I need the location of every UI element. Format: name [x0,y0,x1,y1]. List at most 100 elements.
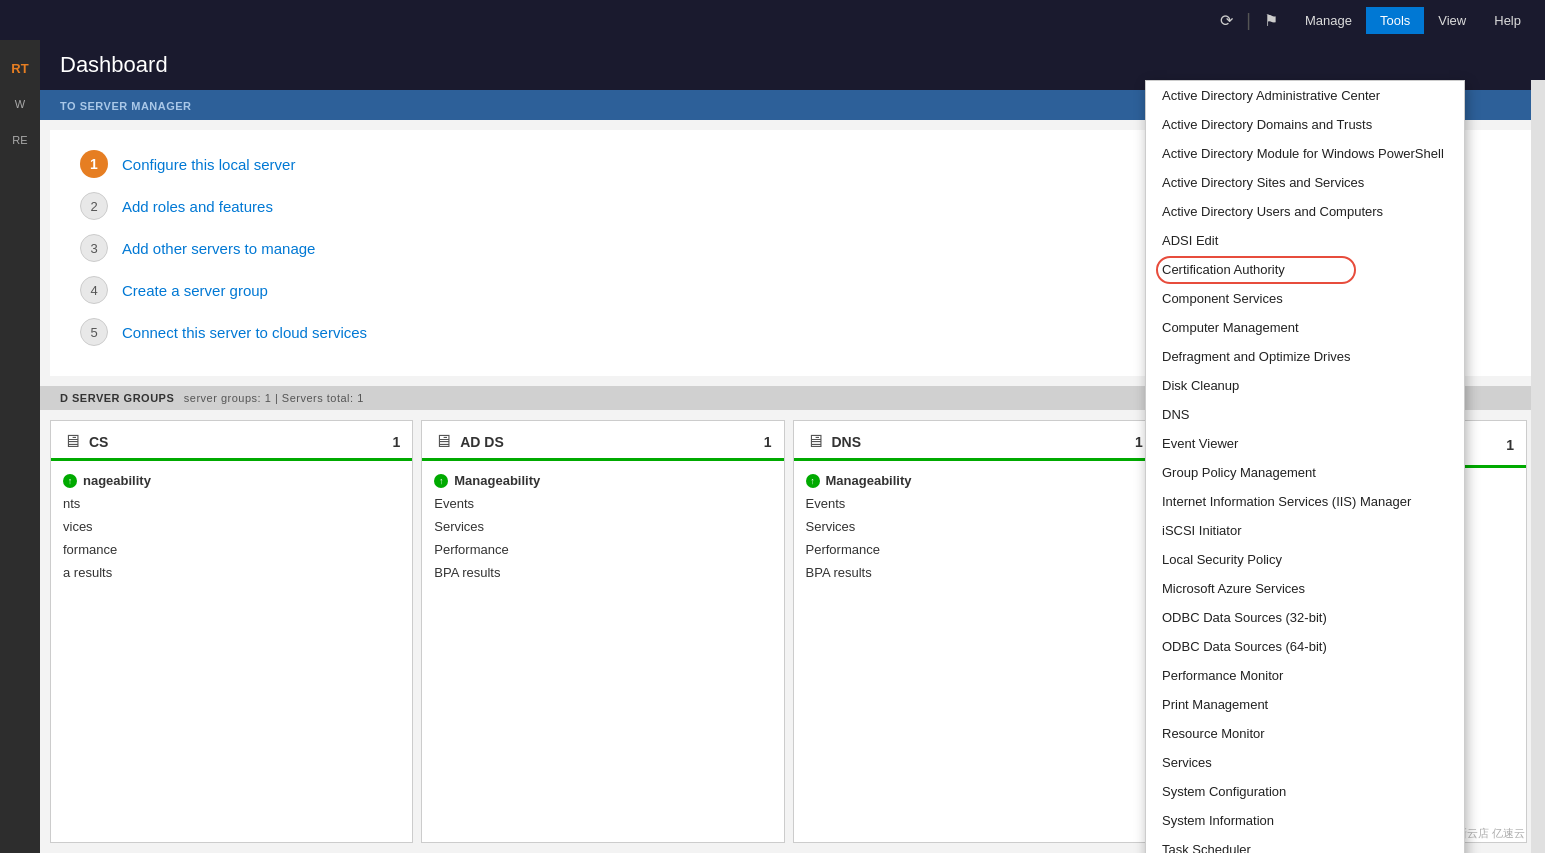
menu-item-10[interactable]: Disk Cleanup [1146,371,1464,400]
adds-events: Events [434,492,771,515]
dns-status-icon [806,474,820,488]
menu-item-11[interactable]: DNS [1146,400,1464,429]
menu-item-13[interactable]: Group Policy Management [1146,458,1464,487]
server-groups-subtitle: server groups: 1 | Servers total: 1 [184,392,364,404]
adds-services: Services [434,515,771,538]
dns-name: DNS [832,434,862,450]
menu-item-15[interactable]: iSCSI Initiator [1146,516,1464,545]
menu-item-6[interactable]: Certification Authority [1146,255,1464,284]
adds-card-header: 🖥 AD DS 1 [422,421,783,461]
menu-item-2[interactable]: Active Directory Module for Windows Powe… [1146,139,1464,168]
menu-item-16[interactable]: Local Security Policy [1146,545,1464,574]
cs-manageability: nageability [63,469,400,492]
adds-performance: Performance [434,538,771,561]
server-groups-title: D SERVER GROUPS [60,392,174,404]
menu-item-21[interactable]: Print Management [1146,690,1464,719]
adds-body: Manageability Events Services Performanc… [422,461,783,842]
sidebar-item-2[interactable]: W [0,86,40,122]
adds-events-label: Events [434,496,474,511]
menu-item-3[interactable]: Active Directory Sites and Services [1146,168,1464,197]
dns-services-label: Services [806,519,856,534]
menu-item-23[interactable]: Services [1146,748,1464,777]
view-menu[interactable]: View [1424,7,1480,34]
certification-authority-wrapper: Certification Authority [1146,255,1464,284]
menu-item-9[interactable]: Defragment and Optimize Drives [1146,342,1464,371]
step4-link[interactable]: Create a server group [122,282,268,299]
dns-services: Services [806,515,1143,538]
dns-title: 🖥 DNS [806,431,862,452]
right-scrollbar[interactable] [1531,80,1545,853]
menu-item-26[interactable]: Task Scheduler [1146,835,1464,853]
step3-circle: 3 [80,234,108,262]
menu-item-22[interactable]: Resource Monitor [1146,719,1464,748]
dns-events: Events [806,492,1143,515]
cs-bpa-label: a results [63,565,112,580]
page-title: Dashboard [60,52,168,78]
menu-item-17[interactable]: Microsoft Azure Services [1146,574,1464,603]
dropdown-menu: Active Directory Administrative CenterAc… [1145,80,1465,853]
menu-item-5[interactable]: ADSI Edit [1146,226,1464,255]
step5-link[interactable]: Connect this server to cloud services [122,324,367,341]
server-card-dns: 🖥 DNS 1 Manageability Events Services [793,420,1156,843]
cs-count: 1 [392,434,400,450]
step1-circle: 1 [80,150,108,178]
menu-item-8[interactable]: Computer Management [1146,313,1464,342]
cs-services-label: vices [63,519,93,534]
server-card-adds: 🖥 AD DS 1 Manageability Events Services [421,420,784,843]
menu-item-25[interactable]: System Information [1146,806,1464,835]
manage-menu[interactable]: Manage [1291,7,1366,34]
main-container: RT W RE Dashboard TO SERVER MANAGER 1 Co… [0,40,1545,853]
cs-performance: formance [63,538,400,561]
help-menu[interactable]: Help [1480,7,1535,34]
dns-manageability: Manageability [806,469,1143,492]
dns-bpa-label: BPA results [806,565,872,580]
flag-icon[interactable]: ⚑ [1256,7,1286,34]
adds-performance-label: Performance [434,542,508,557]
cs-manageability-label: nageability [83,473,151,488]
dns-body: Manageability Events Services Performanc… [794,461,1155,842]
menu-item-1[interactable]: Active Directory Domains and Trusts [1146,110,1464,139]
step3-link[interactable]: Add other servers to manage [122,240,315,257]
step2-link[interactable]: Add roles and features [122,198,273,215]
menu-item-18[interactable]: ODBC Data Sources (32-bit) [1146,603,1464,632]
cs-status-icon [63,474,77,488]
adds-title: 🖥 AD DS [434,431,504,452]
sub-header-text: TO SERVER MANAGER [60,100,192,112]
step1-link[interactable]: Configure this local server [122,156,295,173]
menu-item-14[interactable]: Internet Information Services (IIS) Mana… [1146,487,1464,516]
cs-title: 🖥 CS [63,431,108,452]
sidebar-item-3[interactable]: RE [0,122,40,158]
fas-count: 1 [1506,437,1514,453]
dns-manageability-label: Manageability [826,473,912,488]
refresh-icon[interactable]: ⟳ [1212,7,1241,34]
dns-performance-label: Performance [806,542,880,557]
dns-events-label: Events [806,496,846,511]
step4-circle: 4 [80,276,108,304]
tools-menu[interactable]: Tools [1366,7,1424,34]
content-area: Dashboard TO SERVER MANAGER 1 Configure … [40,40,1545,853]
menu-item-20[interactable]: Performance Monitor [1146,661,1464,690]
sidebar-item-1[interactable]: RT [0,50,40,86]
menu-item-4[interactable]: Active Directory Users and Computers [1146,197,1464,226]
dns-icon: 🖥 [806,431,824,452]
dns-card-header: 🖥 DNS 1 [794,421,1155,461]
menu-item-0[interactable]: Active Directory Administrative Center [1146,81,1464,110]
adds-manageability-label: Manageability [454,473,540,488]
menu-item-24[interactable]: System Configuration [1146,777,1464,806]
menu-item-12[interactable]: Event Viewer [1146,429,1464,458]
cs-body: nageability nts vices formance a results [51,461,412,842]
adds-services-label: Services [434,519,484,534]
dns-count: 1 [1135,434,1143,450]
cs-performance-label: formance [63,542,117,557]
adds-bpa-label: BPA results [434,565,500,580]
menu-item-7[interactable]: Component Services [1146,284,1464,313]
dns-bpa: BPA results [806,561,1143,584]
adds-status-icon [434,474,448,488]
cs-name: CS [89,434,108,450]
adds-icon: 🖥 [434,431,452,452]
cs-bpa: a results [63,561,400,584]
sidebar: RT W RE [0,40,40,853]
top-bar: ⟳ | ⚑ Manage Tools View Help [0,0,1545,40]
menu-item-19[interactable]: ODBC Data Sources (64-bit) [1146,632,1464,661]
step2-circle: 2 [80,192,108,220]
